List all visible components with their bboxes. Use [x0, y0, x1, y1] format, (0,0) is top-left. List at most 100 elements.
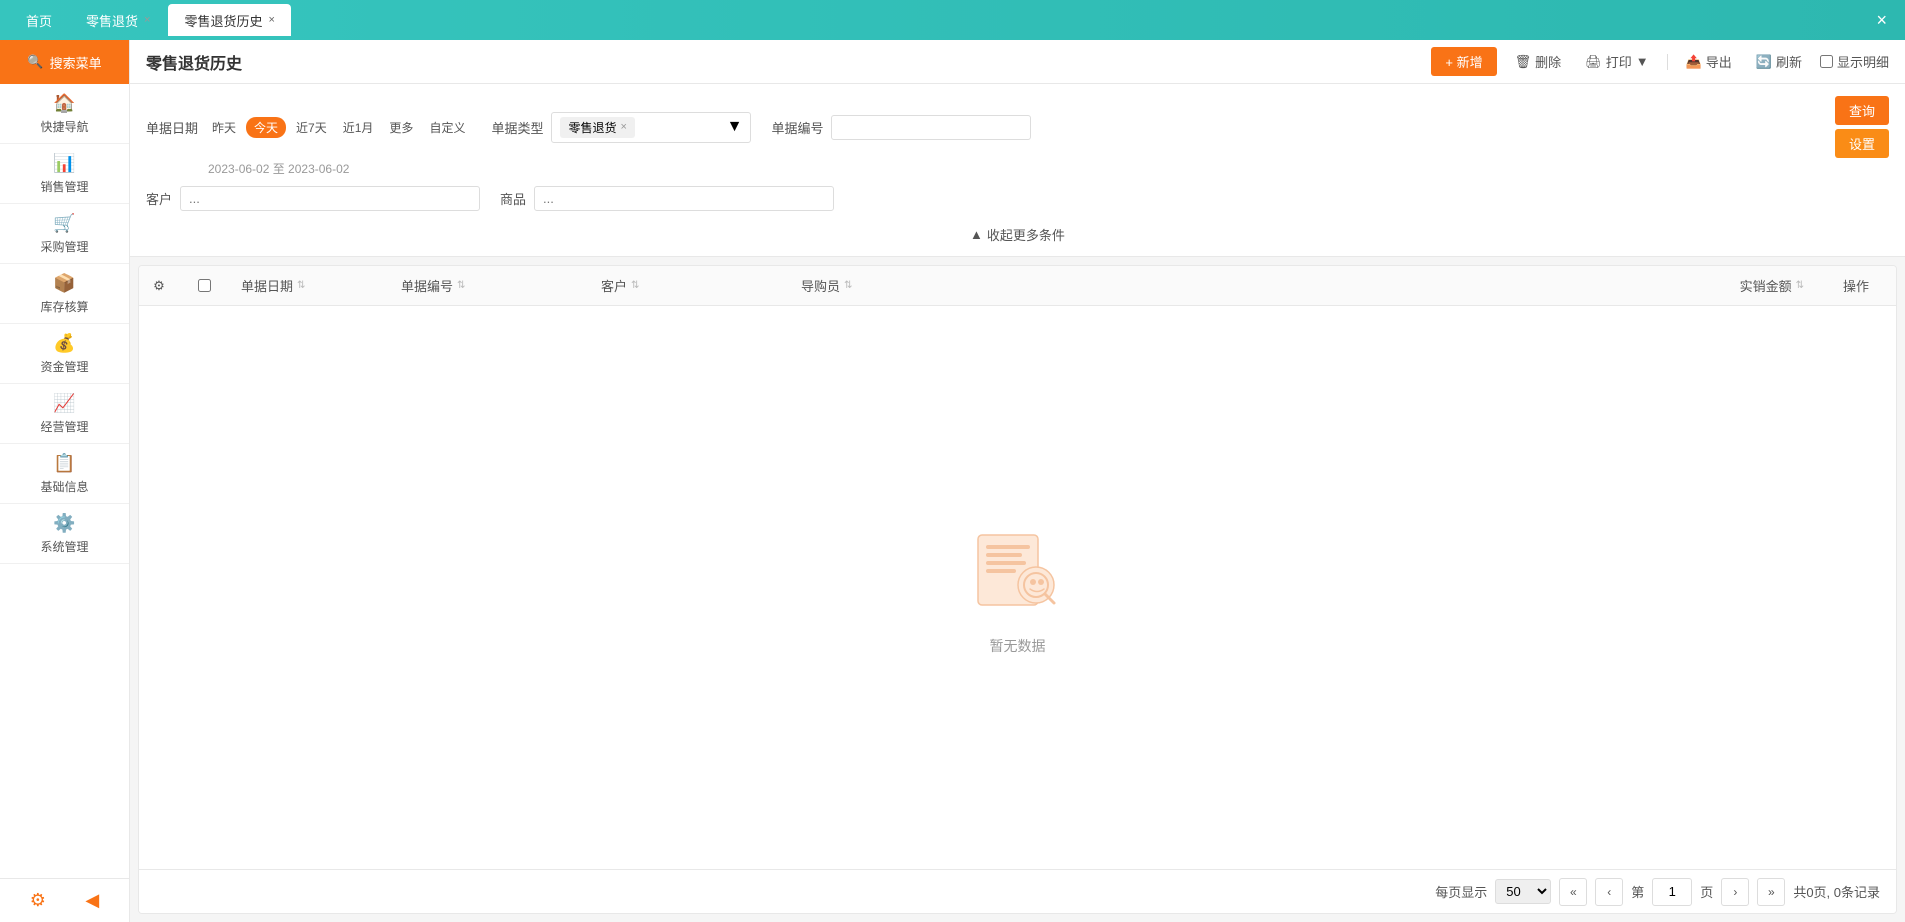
delete-label: 删除 [1535, 52, 1561, 71]
top-bar: 首页 零售退货 × 零售退货历史 × × [0, 0, 1905, 40]
sidebar-item-finance[interactable]: 💰 资金管理 [0, 324, 129, 384]
sales-icon: 📊 [53, 153, 75, 174]
th-amount-sort: ⇅ [1796, 280, 1804, 291]
sidebar-item-quick-nav-label: 快捷导航 [40, 118, 88, 135]
th-check[interactable] [179, 279, 229, 292]
date-btn-custom[interactable]: 自定义 [423, 117, 471, 138]
date-btn-1month[interactable]: 近1月 [337, 117, 380, 138]
th-action: 操作 [1816, 276, 1896, 295]
tab-retail-return-history[interactable]: 零售退货历史 × [168, 4, 290, 36]
show-detail-label: 显示明细 [1837, 52, 1889, 71]
settings-column-icon: ⚙ [153, 278, 165, 294]
page-number-input[interactable] [1652, 878, 1692, 906]
th-number[interactable]: 单据编号 ⇅ [389, 276, 589, 295]
sidebar-item-finance-label: 资金管理 [40, 358, 88, 375]
select-all-checkbox[interactable] [198, 279, 211, 292]
voucher-filter-label: 单据编号 [771, 118, 823, 137]
collapse-row: ▲ 收起更多条件 [146, 221, 1889, 244]
tab-retail-return-label: 零售退货 [86, 11, 138, 30]
page-first-button[interactable]: « [1559, 878, 1587, 906]
sidebar-item-basic-info-label: 基础信息 [40, 478, 88, 495]
tab-retail-return[interactable]: 零售退货 × [70, 4, 166, 36]
new-button[interactable]: + 新增 [1431, 47, 1496, 76]
date-btn-yesterday[interactable]: 昨天 [206, 117, 242, 138]
date-filter-label: 单据日期 [146, 118, 198, 137]
type-select-dropdown-icon: ▼ [727, 118, 743, 136]
sidebar-item-sales-label: 销售管理 [40, 178, 88, 195]
th-date[interactable]: 单据日期 ⇅ [229, 276, 389, 295]
refresh-icon: 🔄 [1756, 54, 1772, 70]
date-range-display: 2023-06-02 至 2023-06-02 [208, 162, 349, 176]
refresh-button[interactable]: 🔄 刷新 [1750, 48, 1808, 75]
th-action-label: 操作 [1843, 276, 1869, 295]
collapse-button[interactable]: ▲ 收起更多条件 [970, 225, 1065, 244]
filter-row-2: 客户 商品 [146, 186, 1889, 211]
th-amount[interactable]: 实销金额 ⇅ [1676, 276, 1816, 295]
date-btn-today[interactable]: 今天 [246, 117, 286, 138]
th-date-sort: ⇅ [297, 280, 305, 291]
collapse-label: 收起更多条件 [987, 225, 1065, 244]
print-dropdown-icon: ▼ [1636, 54, 1649, 69]
type-select[interactable]: 零售退货 × ▼ [551, 112, 751, 143]
customer-filter-label: 客户 [146, 189, 172, 208]
page-go-label: 第 [1631, 882, 1644, 901]
delete-button[interactable]: 🗑 删除 [1509, 48, 1568, 75]
date-btn-7days[interactable]: 近7天 [290, 117, 333, 138]
system-icon: ⚙️ [53, 513, 75, 534]
sidebar-item-purchase-label: 采购管理 [40, 238, 88, 255]
th-guide[interactable]: 导购员 ⇅ [789, 276, 989, 295]
settings-bottom-icon[interactable]: ⚙ [30, 890, 46, 911]
page-last-button[interactable]: » [1757, 878, 1785, 906]
type-tag-remove[interactable]: × [620, 121, 626, 133]
tab-retail-return-close[interactable]: × [144, 14, 150, 26]
purchase-icon: 🛒 [53, 213, 75, 234]
sidebar-item-system[interactable]: ⚙️ 系统管理 [0, 504, 129, 564]
th-customer-sort: ⇅ [631, 280, 639, 291]
sidebar-item-basic-info[interactable]: 📋 基础信息 [0, 444, 129, 504]
th-number-sort: ⇅ [457, 280, 465, 291]
export-button[interactable]: 📤 导出 [1680, 48, 1738, 75]
sidebar-item-operations[interactable]: 📈 经营管理 [0, 384, 129, 444]
type-tag: 零售退货 × [560, 117, 634, 138]
setting-button[interactable]: 设置 [1835, 129, 1889, 158]
window-close-button[interactable]: × [1868, 10, 1895, 31]
show-detail-checkbox[interactable]: 显示明细 [1820, 52, 1889, 71]
page-header: 零售退货历史 + 新增 🗑 删除 🖨 打印 ▼ 📤 导出 � [130, 40, 1905, 84]
th-guide-label: 导购员 [801, 276, 840, 295]
query-button[interactable]: 查询 [1835, 96, 1889, 125]
total-info: 共0页, 0条记录 [1793, 882, 1880, 901]
print-label: 打印 [1606, 52, 1632, 71]
goods-filter-label: 商品 [500, 189, 526, 208]
print-button[interactable]: 🖨 打印 ▼ [1579, 48, 1654, 75]
sidebar-item-inventory[interactable]: 📦 库存核算 [0, 264, 129, 324]
th-customer[interactable]: 客户 ⇅ [589, 276, 789, 295]
sidebar-search[interactable]: 🔍 搜索菜单 [0, 40, 129, 84]
sidebar-item-quick-nav[interactable]: 🏠 快捷导航 [0, 84, 129, 144]
th-customer-label: 客户 [601, 276, 627, 295]
show-detail-input[interactable] [1820, 55, 1833, 68]
type-filter: 单据类型 零售退货 × ▼ [491, 112, 751, 143]
operations-icon: 📈 [53, 393, 75, 414]
tab-retail-return-history-close[interactable]: × [268, 14, 274, 26]
table-header: ⚙ 单据日期 ⇅ 单据编号 ⇅ 客户 ⇅ 导购员 [139, 266, 1896, 306]
delete-icon: 🗑 [1515, 54, 1532, 70]
sidebar-item-sales[interactable]: 📊 销售管理 [0, 144, 129, 204]
tab-home[interactable]: 首页 [10, 4, 68, 36]
toggle-sidebar-icon[interactable]: ◀ [85, 890, 99, 911]
collapse-icon: ▲ [970, 227, 983, 242]
date-btn-more[interactable]: 更多 [383, 117, 419, 138]
th-settings[interactable]: ⚙ [139, 278, 179, 294]
page-next-button[interactable]: › [1721, 878, 1749, 906]
page-size-label: 每页显示 [1435, 882, 1487, 901]
goods-input[interactable] [534, 186, 834, 211]
voucher-input[interactable] [831, 115, 1031, 140]
page-size-select[interactable]: 10 20 50 100 [1495, 879, 1551, 904]
sidebar-item-purchase[interactable]: 🛒 采购管理 [0, 204, 129, 264]
page-prev-button[interactable]: ‹ [1595, 878, 1623, 906]
customer-input[interactable] [180, 186, 480, 211]
home-icon: 🏠 [53, 93, 75, 114]
date-buttons: 昨天 今天 近7天 近1月 更多 自定义 [206, 117, 471, 138]
page-actions: + 新增 🗑 删除 🖨 打印 ▼ 📤 导出 🔄 刷新 [1431, 47, 1889, 76]
empty-text: 暂无数据 [990, 636, 1046, 656]
sidebar-menu: 🏠 快捷导航 📊 销售管理 🛒 采购管理 📦 库存核算 💰 资金管理 📈 [0, 84, 129, 878]
